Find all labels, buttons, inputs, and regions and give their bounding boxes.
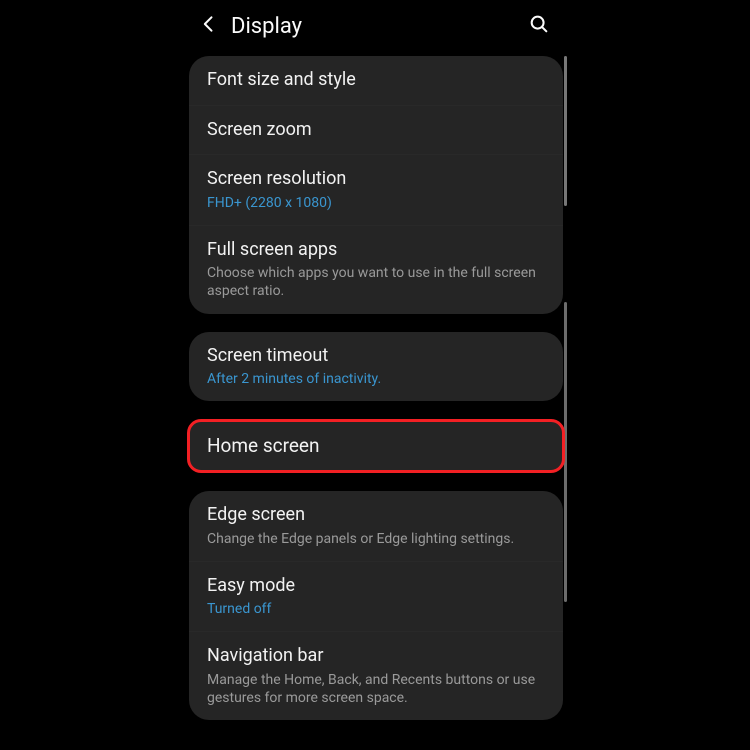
item-title: Easy mode: [207, 575, 545, 598]
back-button[interactable]: [189, 6, 229, 46]
item-easy-mode[interactable]: Easy mode Turned off: [189, 561, 563, 632]
item-title: Full screen apps: [207, 239, 545, 262]
settings-group: Screen timeout After 2 minutes of inacti…: [189, 332, 563, 402]
settings-group: Edge screen Change the Edge panels or Ed…: [189, 491, 563, 720]
item-subtitle: After 2 minutes of inactivity.: [207, 370, 537, 388]
item-home-screen[interactable]: Home screen: [189, 419, 563, 473]
scrollbar-indicator: [564, 56, 567, 206]
item-screen-timeout[interactable]: Screen timeout After 2 minutes of inacti…: [189, 332, 563, 402]
item-font-size-style[interactable]: Font size and style: [189, 56, 563, 105]
item-title: Screen resolution: [207, 168, 545, 191]
settings-scroll-area[interactable]: Font size and style Screen zoom Screen r…: [183, 52, 569, 750]
item-title: Edge screen: [207, 504, 545, 527]
settings-group-highlighted: Home screen: [187, 419, 565, 473]
item-title: Screen zoom: [207, 119, 545, 142]
page-title: Display: [231, 14, 519, 39]
item-screen-resolution[interactable]: Screen resolution FHD+ (2280 x 1080): [189, 154, 563, 225]
item-full-screen-apps[interactable]: Full screen apps Choose which apps you w…: [189, 225, 563, 314]
item-title: Font size and style: [207, 69, 545, 92]
item-title: Screen timeout: [207, 345, 545, 368]
item-screen-zoom[interactable]: Screen zoom: [189, 105, 563, 155]
item-navigation-bar[interactable]: Navigation bar Manage the Home, Back, an…: [189, 631, 563, 720]
search-icon: [528, 13, 550, 39]
item-subtitle: Choose which apps you want to use in the…: [207, 264, 537, 300]
header-bar: Display: [183, 0, 569, 52]
item-subtitle: Turned off: [207, 600, 537, 618]
item-subtitle: FHD+ (2280 x 1080): [207, 194, 537, 212]
item-title: Home screen: [207, 434, 545, 458]
item-subtitle: Change the Edge panels or Edge lighting …: [207, 530, 537, 548]
back-chevron-icon: [199, 14, 219, 38]
settings-group: Font size and style Screen zoom Screen r…: [189, 56, 563, 314]
item-subtitle: Manage the Home, Back, and Recents butto…: [207, 671, 537, 707]
item-edge-screen[interactable]: Edge screen Change the Edge panels or Ed…: [189, 491, 563, 561]
search-button[interactable]: [519, 6, 559, 46]
display-settings-screen: Display Font size and style Screen zoom …: [183, 0, 569, 750]
item-title: Navigation bar: [207, 645, 545, 668]
